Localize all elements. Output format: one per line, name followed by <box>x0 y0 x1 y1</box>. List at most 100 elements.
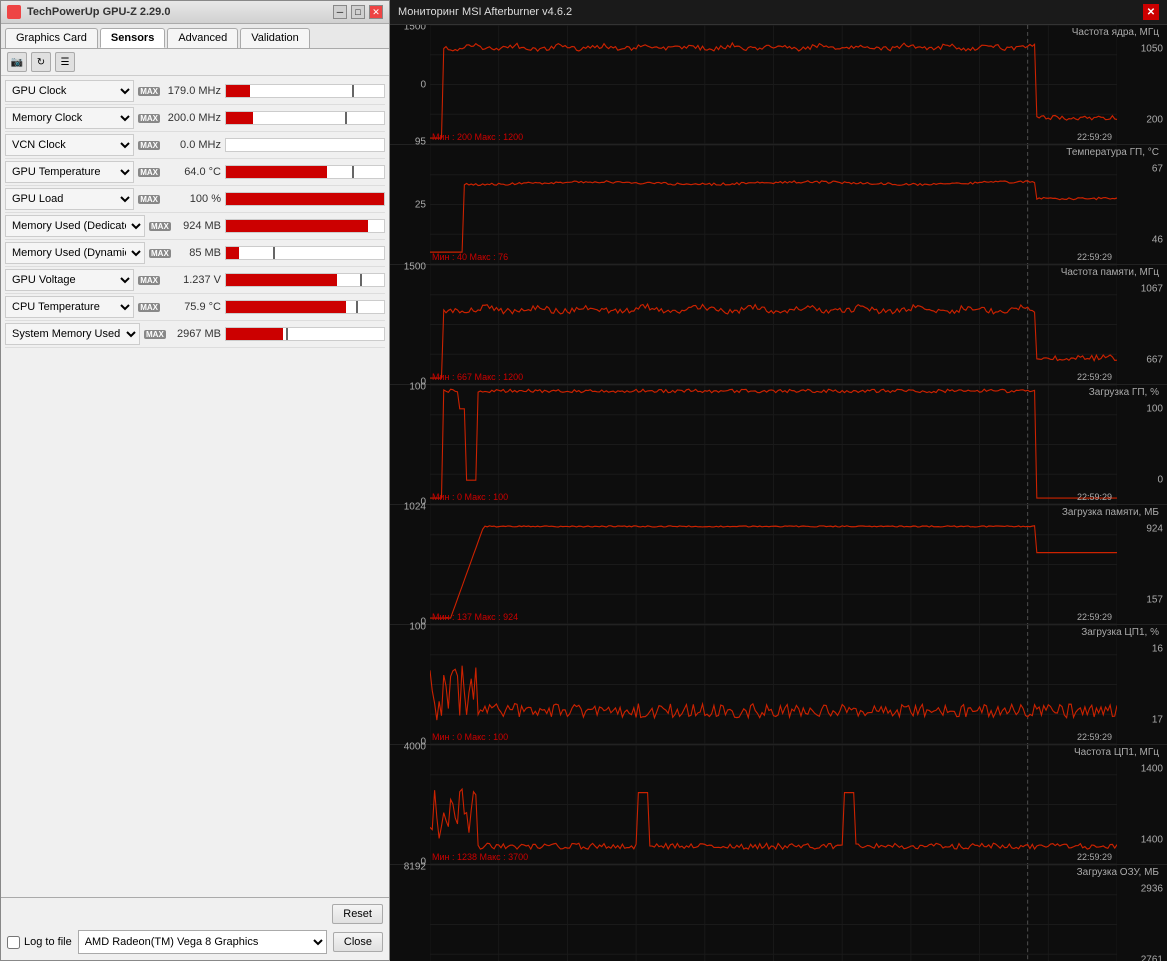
menu-icon-btn[interactable]: ☰ <box>55 52 75 72</box>
chart-section-cpu-load: 100 0 16 17 Загрузка ЦП1, % 22:59:29 Мин… <box>390 625 1167 745</box>
chart-y-top: 1500 <box>404 25 426 33</box>
chart-section-mem-load: 1024 0 924 157 Загрузка памяти, МБ 22:59… <box>390 505 1167 625</box>
chart-label-top: Загрузка памяти, МБ <box>1062 507 1159 518</box>
close-btn[interactable]: Close <box>333 932 383 952</box>
sensor-name-cell: GPU VoltageMAX <box>5 269 160 291</box>
chart-r-bot: 667 <box>1146 355 1163 366</box>
sensor-bar-tick <box>352 85 354 97</box>
chart-min-max: Мин : 667 Макс : 1200 <box>432 372 523 382</box>
gpu-select-dropdown[interactable]: AMD Radeon(TM) Vega 8 Graphics <box>78 930 327 954</box>
sensor-bar-container <box>225 327 385 341</box>
gpuz-window-controls: ─ □ ✕ <box>333 5 383 19</box>
sensor-bar-container <box>225 165 385 179</box>
sensor-name-cell: VCN Clock MAX <box>5 134 160 156</box>
sensor-value-text: 75.9 °C <box>160 301 225 313</box>
log-to-file-checkbox[interactable] <box>7 936 20 949</box>
sensor-bar-container <box>225 219 385 233</box>
sensor-name-select[interactable]: VCN Clock <box>5 134 134 156</box>
chart-right-labels: 67 46 <box>1117 145 1167 264</box>
camera-icon-btn[interactable]: 📷 <box>7 52 27 72</box>
sensor-name-select[interactable]: Memory Used (Dynamic) <box>5 242 145 264</box>
chart-r-top: 1067 <box>1141 283 1163 294</box>
tab-advanced[interactable]: Advanced <box>167 28 238 48</box>
sensor-list: GPU ClockMAX179.0 MHzMemory ClockMAX200.… <box>1 76 389 897</box>
sensor-bar-container <box>225 246 385 260</box>
chart-section-mem-freq: 1500 0 1067 667 Частота памяти, МГц 22:5… <box>390 265 1167 385</box>
gpuz-tab-bar: Graphics Card Sensors Advanced Validatio… <box>1 24 389 49</box>
chart-y-labels: 25 <box>390 145 430 264</box>
chart-time-label: 22:59:29 <box>1077 252 1112 262</box>
sensor-row: Memory Used (Dedicated)MAX924 MB <box>5 213 385 240</box>
chart-svg <box>430 25 1117 144</box>
sensor-row: GPU LoadMAX100 % <box>5 186 385 213</box>
chart-right-labels: 1400 1400 <box>1117 745 1167 864</box>
sensor-bar-fill <box>226 85 250 97</box>
afterburner-window: Мониторинг MSI Afterburner v4.6.2 ✕ 1500… <box>390 0 1167 961</box>
sensor-bar-container <box>225 111 385 125</box>
sensor-name-cell: GPU Clock MAX <box>5 80 160 102</box>
chart-y-top: 100 <box>409 382 426 393</box>
chart-section-ram-load: 8192 0 2936 2761 Загрузка ОЗУ, МБ 22:59:… <box>390 865 1167 961</box>
maximize-button[interactable]: □ <box>351 5 365 19</box>
sensor-name-cell: GPU TemperatureMAX <box>5 161 160 183</box>
tab-validation[interactable]: Validation <box>240 28 310 48</box>
minimize-button[interactable]: ─ <box>333 5 347 19</box>
sensor-row: System Memory UsedMAX2967 MB <box>5 321 385 348</box>
tab-sensors[interactable]: Sensors <box>100 28 165 48</box>
gpuz-window: TechPowerUp GPU-Z 2.29.0 ─ □ ✕ Graphics … <box>0 0 390 961</box>
sensor-name-select[interactable]: Memory Clock <box>5 107 134 129</box>
sensor-name-select[interactable]: Memory Used (Dedicated) <box>5 215 145 237</box>
sensor-bar-container <box>225 273 385 287</box>
chart-label-top: Частота ЦП1, МГц <box>1074 747 1159 758</box>
sensor-value-text: 1.237 V <box>160 274 225 286</box>
chart-r-bot: 2761 <box>1141 955 1163 961</box>
sensor-name-select[interactable]: CPU Temperature <box>5 296 134 318</box>
sensor-name-select[interactable]: GPU Voltage <box>5 269 134 291</box>
ab-close-button[interactable]: ✕ <box>1143 4 1159 20</box>
reset-button[interactable]: Reset <box>332 904 383 924</box>
sensor-bar-fill <box>226 220 368 232</box>
sensor-bar-fill <box>226 274 337 286</box>
sensor-name-select[interactable]: GPU Load <box>5 188 134 210</box>
chart-r-top: 100 <box>1146 403 1163 414</box>
chart-time-label: 22:59:29 <box>1077 492 1112 502</box>
chart-svg <box>430 505 1117 624</box>
chart-r-top: 16 <box>1152 643 1163 654</box>
sensor-value-text: 179.0 MHz <box>160 85 225 97</box>
chart-right-labels: 1050 200 <box>1117 25 1167 144</box>
sensor-bar-container <box>225 138 385 152</box>
sensor-row: VCN ClockMAX0.0 MHz <box>5 132 385 159</box>
sensor-max-badge: MAX <box>138 87 160 96</box>
chart-y-labels: 1500 0 95 <box>390 25 430 144</box>
gpuz-title-text: TechPowerUp GPU-Z 2.29.0 <box>27 6 170 18</box>
sensor-name-select[interactable]: System Memory Used <box>5 323 140 345</box>
sensor-row: CPU Temperature MAX75.9 °C <box>5 294 385 321</box>
chart-min-max: Мин : 40 Макс : 76 <box>432 252 508 262</box>
tab-graphics-card[interactable]: Graphics Card <box>5 28 98 48</box>
chart-min-max: Мин : 0 Макс : 100 <box>432 732 508 742</box>
chart-svg <box>430 265 1117 384</box>
ab-titlebar: Мониторинг MSI Afterburner v4.6.2 ✕ <box>390 0 1167 25</box>
chart-y-labels: 8192 0 <box>390 865 430 961</box>
chart-y-labels: 100 0 <box>390 625 430 744</box>
sensor-name-cell: Memory Used (Dedicated)MAX <box>5 215 160 237</box>
chart-right-labels: 100 0 <box>1117 385 1167 504</box>
chart-min-max: Мин : 1238 Макс : 3700 <box>432 852 528 862</box>
gpuz-footer: Reset Log to file AMD Radeon(TM) Vega 8 … <box>1 897 389 960</box>
gpuz-app-icon <box>7 5 21 19</box>
sensor-bar-fill <box>226 247 239 259</box>
chart-r-bot: 0 <box>1157 475 1163 486</box>
sensor-name-cell: GPU LoadMAX <box>5 188 160 210</box>
sensor-max-badge: MAX <box>138 141 160 150</box>
close-button[interactable]: ✕ <box>369 5 383 19</box>
sensor-row: Memory ClockMAX200.0 MHz <box>5 105 385 132</box>
refresh-icon-btn[interactable]: ↻ <box>31 52 51 72</box>
sensor-name-select[interactable]: GPU Clock <box>5 80 134 102</box>
chart-time-label: 22:59:29 <box>1077 732 1112 742</box>
sensor-bar-fill <box>226 112 253 124</box>
chart-y-mid: 25 <box>415 199 426 210</box>
chart-r-top: 924 <box>1146 523 1163 534</box>
sensor-name-select[interactable]: GPU Temperature <box>5 161 134 183</box>
sensor-name-cell: Memory Used (Dynamic)MAX <box>5 242 160 264</box>
sensor-max-badge: MAX <box>138 303 160 312</box>
